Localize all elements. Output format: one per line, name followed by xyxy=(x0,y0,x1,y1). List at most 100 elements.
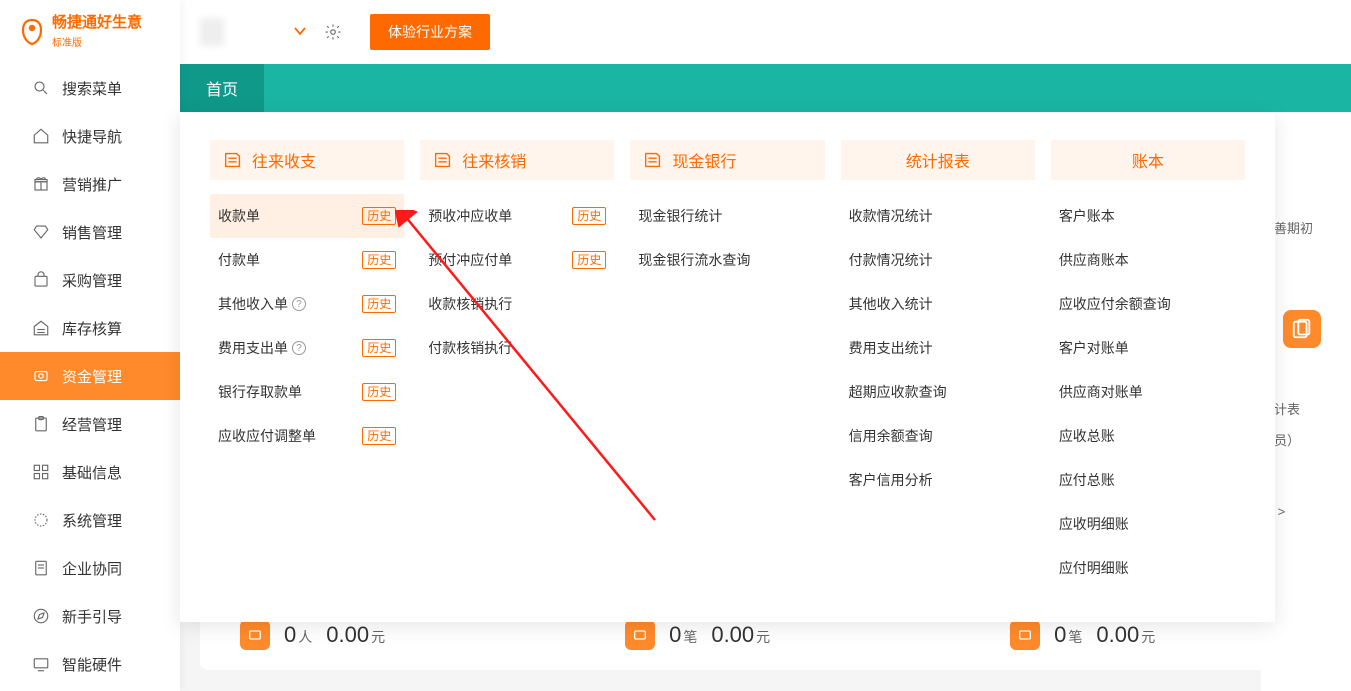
sidebar: 畅捷通好生意 标准版 搜索菜单快捷导航营销推广销售管理采购管理库存核算资金管理经… xyxy=(0,0,180,691)
stat-icon xyxy=(1010,620,1040,650)
flyout-item-label: 付款单 xyxy=(218,250,260,270)
money-icon xyxy=(32,367,50,385)
flyout-item[interactable]: 收款单历史 xyxy=(210,194,404,238)
stat-count: 0 xyxy=(1054,622,1066,647)
flyout-item[interactable]: 应收应付余额查询 xyxy=(1051,282,1245,326)
tv-icon xyxy=(32,655,50,673)
flyout-column-0: 往来收支收款单历史付款单历史其他收入单?历史费用支出单?历史银行存取款单历史应收… xyxy=(210,140,404,594)
sidebar-item-11[interactable]: 新手引导 xyxy=(0,592,180,640)
flyout-item[interactable]: 应收应付调整单 历史 xyxy=(210,414,404,458)
flyout-item[interactable]: 供应商对账单 xyxy=(1051,370,1245,414)
flyout-item[interactable]: 预付冲应付单 历史 xyxy=(420,238,614,282)
chevron-down-icon[interactable] xyxy=(294,25,306,39)
stat-icon xyxy=(625,620,655,650)
cart-icon xyxy=(32,271,50,289)
sidebar-item-0[interactable]: 搜索菜单 xyxy=(0,64,180,112)
floating-action-icon[interactable] xyxy=(1283,310,1321,348)
document-icon xyxy=(222,149,244,171)
header: 体验行业方案 xyxy=(180,0,1351,64)
flyout-item-label: 应收明细账 xyxy=(1059,514,1129,534)
sidebar-item-label: 资金管理 xyxy=(62,366,122,387)
stat-amount: 0.00 xyxy=(1096,622,1139,647)
flyout-item[interactable]: 应付总账 xyxy=(1051,458,1245,502)
flyout-item-label: 预收冲应收单 xyxy=(428,206,512,226)
diamond-icon xyxy=(32,223,50,241)
sidebar-item-5[interactable]: 库存核算 xyxy=(0,304,180,352)
cta-button[interactable]: 体验行业方案 xyxy=(370,14,490,50)
sidebar-item-4[interactable]: 采购管理 xyxy=(0,256,180,304)
flyout-item-label: 超期应收款查询 xyxy=(849,382,947,402)
sidebar-item-label: 采购管理 xyxy=(62,270,122,291)
flyout-item[interactable]: 现金银行流水查询 xyxy=(630,238,824,282)
flyout-item[interactable]: 现金银行统计 xyxy=(630,194,824,238)
flyout-item[interactable]: 信用余额查询 xyxy=(841,414,1035,458)
sidebar-item-1[interactable]: 快捷导航 xyxy=(0,112,180,160)
sidebar-item-label: 库存核算 xyxy=(62,318,122,339)
flyout-column-header: 往来核销 xyxy=(420,140,614,180)
tab-home[interactable]: 首页 xyxy=(180,64,264,112)
history-button[interactable]: 历史 xyxy=(572,207,606,225)
sidebar-item-7[interactable]: 经营管理 xyxy=(0,400,180,448)
flyout-item[interactable]: 银行存取款单历史 xyxy=(210,370,404,414)
history-button[interactable]: 历史 xyxy=(362,251,396,269)
help-icon[interactable]: ? xyxy=(292,341,306,355)
flyout-item[interactable]: 应收明细账 xyxy=(1051,502,1245,546)
stat-item: 0人0.00元 xyxy=(240,620,385,650)
stat-amount: 0.00 xyxy=(326,622,369,647)
flyout-item[interactable]: 付款核销执行 xyxy=(420,326,614,370)
history-button[interactable]: 历史 xyxy=(362,295,396,313)
flyout-item[interactable]: 预收冲应收单 历史 xyxy=(420,194,614,238)
flyout-item-label: 预付冲应付单 xyxy=(428,250,512,270)
warehouse-icon xyxy=(32,319,50,337)
sidebar-item-label: 智能硬件 xyxy=(62,654,122,675)
flyout-item[interactable]: 超期应收款查询 xyxy=(841,370,1035,414)
sidebar-item-3[interactable]: 销售管理 xyxy=(0,208,180,256)
history-button[interactable]: 历史 xyxy=(362,207,396,225)
stat-unit: 笔 xyxy=(1068,629,1082,645)
flyout-item[interactable]: 其他收入单?历史 xyxy=(210,282,404,326)
history-button[interactable]: 历史 xyxy=(362,339,396,357)
sidebar-item-10[interactable]: 企业协同 xyxy=(0,544,180,592)
flyout-item[interactable]: 其他收入统计 xyxy=(841,282,1035,326)
history-button[interactable]: 历史 xyxy=(362,383,396,401)
sidebar-item-6[interactable]: 资金管理 xyxy=(0,352,180,400)
sidebar-item-8[interactable]: 基础信息 xyxy=(0,448,180,496)
sidebar-item-2[interactable]: 营销推广 xyxy=(0,160,180,208)
flyout-item-label: 供应商对账单 xyxy=(1059,382,1143,402)
gear-icon[interactable] xyxy=(324,23,342,41)
document-icon xyxy=(432,149,454,171)
flyout-column-title: 统计报表 xyxy=(906,148,970,172)
flyout-item-label: 收款核销执行 xyxy=(428,294,512,314)
sidebar-item-12[interactable]: 智能硬件 xyxy=(0,640,180,688)
flyout-column-header: 统计报表 xyxy=(841,140,1035,180)
flyout-item-label: 付款核销执行 xyxy=(428,338,512,358)
flyout-item-label: 信用余额查询 xyxy=(849,426,933,446)
cycle-icon xyxy=(32,511,50,529)
compass-icon xyxy=(32,607,50,625)
flyout-item[interactable]: 供应商账本 xyxy=(1051,238,1245,282)
flyout-column-1: 往来核销预收冲应收单历史预付冲应付单历史收款核销执行付款核销执行 xyxy=(420,140,614,594)
flyout-item[interactable]: 客户信用分析 xyxy=(841,458,1035,502)
flyout-item[interactable]: 付款情况统计 xyxy=(841,238,1035,282)
flyout-item[interactable]: 收款情况统计 xyxy=(841,194,1035,238)
flyout-item[interactable]: 费用支出统计 xyxy=(841,326,1035,370)
history-button[interactable]: 历史 xyxy=(362,427,396,445)
flyout-item[interactable]: 付款单 历史 xyxy=(210,238,404,282)
sidebar-item-9[interactable]: 系统管理 xyxy=(0,496,180,544)
flyout-item[interactable]: 应付明细账 xyxy=(1051,546,1245,590)
flyout-item-label: 应收应付调整单 xyxy=(218,426,316,446)
brand-logo: 畅捷通好生意 标准版 xyxy=(0,0,180,64)
flyout-column-title: 账本 xyxy=(1132,148,1164,172)
flyout-item[interactable]: 客户对账单 xyxy=(1051,326,1245,370)
flyout-item[interactable]: 应收总账 xyxy=(1051,414,1245,458)
flyout-item[interactable]: 收款核销执行 xyxy=(420,282,614,326)
help-icon[interactable]: ? xyxy=(292,297,306,311)
flyout-item[interactable]: 客户账本 xyxy=(1051,194,1245,238)
brand-edition: 标准版 xyxy=(52,34,142,49)
company-selector[interactable] xyxy=(200,18,224,46)
flyout-column-title: 往来核销 xyxy=(462,148,526,172)
flyout-item[interactable]: 费用支出单?历史 xyxy=(210,326,404,370)
flyout-item-label: 付款情况统计 xyxy=(849,250,933,270)
sidebar-item-label: 营销推广 xyxy=(62,174,122,195)
history-button[interactable]: 历史 xyxy=(572,251,606,269)
